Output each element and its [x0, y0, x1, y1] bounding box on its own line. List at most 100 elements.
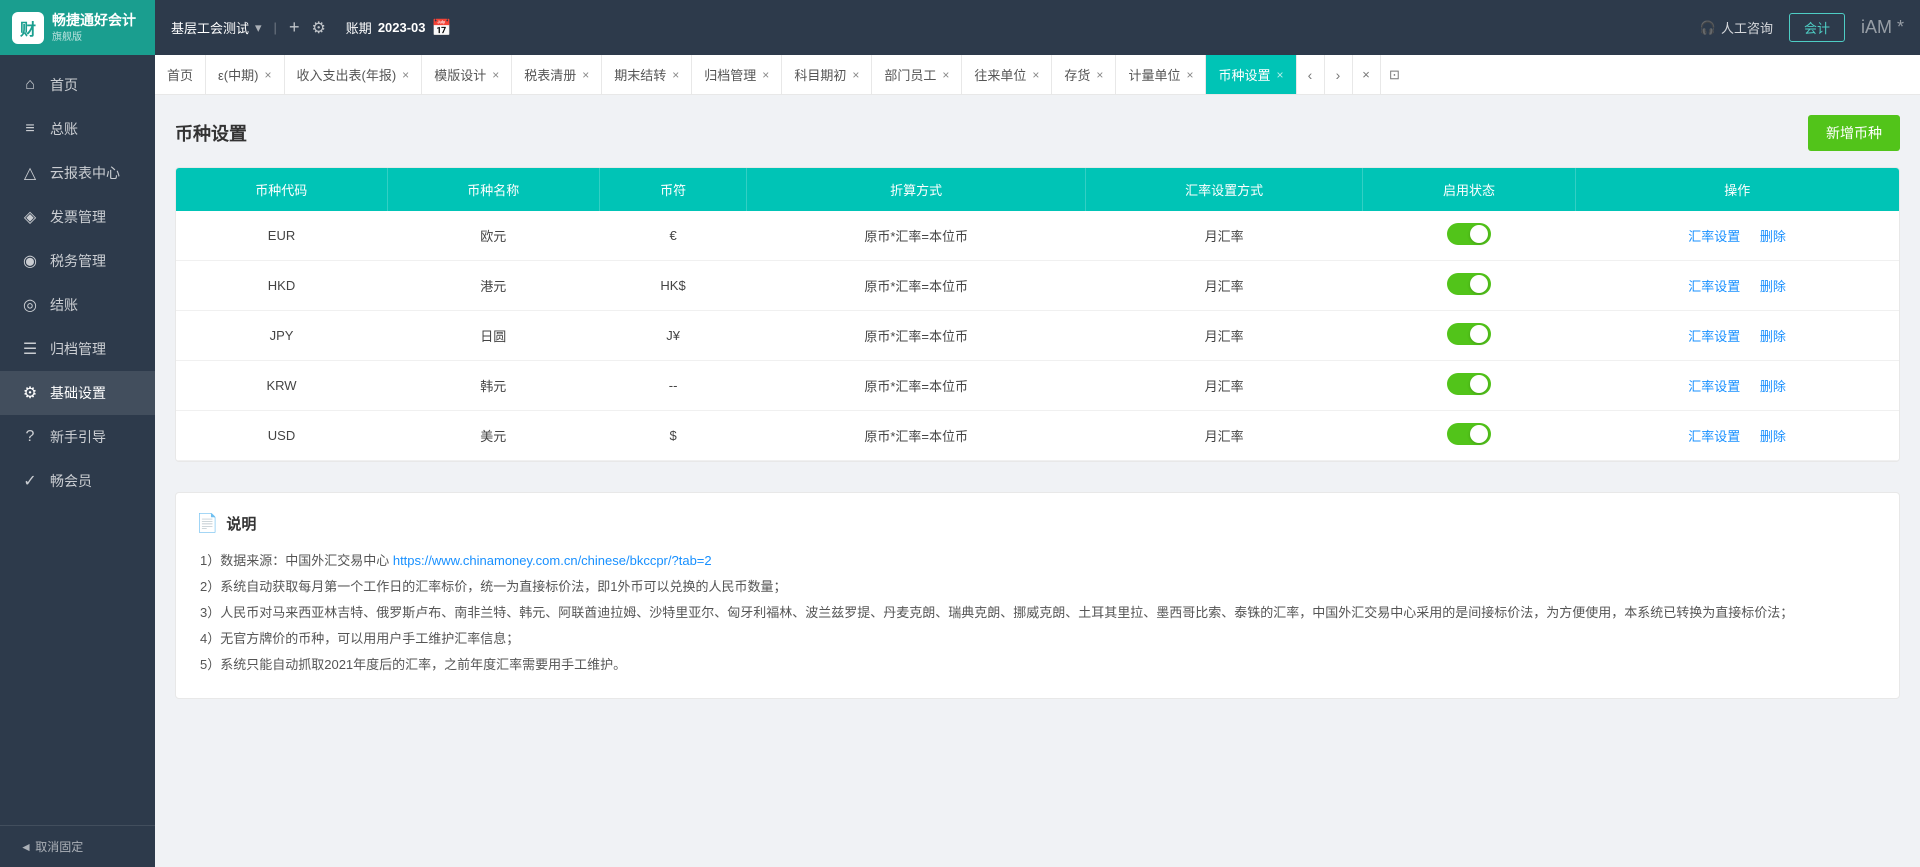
cell-actions: 汇率设置 删除	[1575, 211, 1899, 261]
tab-close-icon[interactable]: ×	[1032, 68, 1039, 82]
tab-tax[interactable]: 税表清册 ×	[512, 55, 602, 95]
table-row: JPY 日圆 J¥ 原币*汇率=本位币 月汇率 汇率设置 删除	[176, 311, 1899, 361]
toggle-switch[interactable]	[1447, 423, 1491, 445]
toggle-thumb	[1470, 425, 1488, 443]
tab-close-icon[interactable]: ×	[492, 68, 499, 82]
tab-income[interactable]: 收入支出表(年报) ×	[285, 55, 423, 95]
tab-label: 归档管理	[704, 65, 756, 84]
sidebar-item-ledger[interactable]: ≡ 总账	[0, 107, 155, 151]
sidebar-item-label: 发票管理	[50, 207, 106, 227]
sidebar-item-reports[interactable]: △ 云报表中心	[0, 151, 155, 195]
cell-calc: 原币*汇率=本位币	[747, 311, 1086, 361]
consult-btn[interactable]: 🎧 人工咨询	[1700, 18, 1773, 37]
desc-item-1: 1）数据来源：中国外汇交易中心 https://www.chinamoney.c…	[196, 548, 1879, 574]
tab-currency[interactable]: 币种设置 ×	[1206, 55, 1296, 95]
project-selector[interactable]: 基层工会测试 ▾	[171, 18, 262, 37]
toggle-switch[interactable]	[1447, 323, 1491, 345]
sidebar-item-label: 基础设置	[50, 383, 106, 403]
tab-close-icon[interactable]: ×	[402, 68, 409, 82]
tab-period-end[interactable]: 期末结转 ×	[602, 55, 692, 95]
col-rate-method: 汇率设置方式	[1086, 168, 1363, 211]
cell-actions: 汇率设置 删除	[1575, 261, 1899, 311]
tab-expand-btn[interactable]: ⊡	[1381, 55, 1409, 95]
logo-subtitle: 旗舰版	[52, 28, 136, 43]
rate-setting-btn[interactable]: 汇率设置	[1688, 429, 1740, 444]
delete-btn[interactable]: 删除	[1760, 329, 1786, 344]
tab-label: 部门员工	[884, 65, 936, 84]
delete-btn[interactable]: 删除	[1760, 229, 1786, 244]
tab-period[interactable]: ε(中期) ×	[206, 55, 284, 95]
tab-close-icon[interactable]: ×	[852, 68, 859, 82]
sidebar-item-invoice[interactable]: ◈ 发票管理	[0, 195, 155, 239]
tab-close-icon[interactable]: ×	[1276, 68, 1283, 82]
consult-label: 人工咨询	[1721, 18, 1773, 37]
toggle-track	[1447, 373, 1491, 395]
tab-measure[interactable]: 计量单位 ×	[1116, 55, 1206, 95]
toggle-switch[interactable]	[1447, 273, 1491, 295]
cell-code: KRW	[176, 361, 387, 411]
sidebar-footer[interactable]: ◄ 取消固定	[0, 825, 155, 867]
table-row: EUR 欧元 € 原币*汇率=本位币 月汇率 汇率设置 删除	[176, 211, 1899, 261]
toggle-switch[interactable]	[1447, 223, 1491, 245]
table-row: KRW 韩元 -- 原币*汇率=本位币 月汇率 汇率设置 删除	[176, 361, 1899, 411]
sidebar-item-label: 云报表中心	[50, 163, 120, 183]
ledger-icon: ≡	[20, 120, 40, 138]
tab-subject[interactable]: 科目期初 ×	[782, 55, 872, 95]
basic-icon: ⚙	[20, 383, 40, 403]
desc-link[interactable]: https://www.chinamoney.com.cn/chinese/bk…	[393, 553, 712, 568]
tab-close-icon[interactable]: ×	[1096, 68, 1103, 82]
delete-btn[interactable]: 删除	[1760, 379, 1786, 394]
tab-close-all-btn[interactable]: ×	[1353, 55, 1381, 95]
tab-dept[interactable]: 部门员工 ×	[872, 55, 962, 95]
logo-text: 畅捷通好会计 旗舰版	[52, 12, 136, 44]
cell-symbol: HK$	[599, 261, 746, 311]
tab-archive[interactable]: 归档管理 ×	[692, 55, 782, 95]
tab-template[interactable]: 模版设计 ×	[422, 55, 512, 95]
cell-actions: 汇率设置 删除	[1575, 411, 1899, 461]
tab-home[interactable]: 首页	[155, 55, 206, 95]
desc-title-row: 📄 说明	[196, 513, 1879, 534]
cell-name: 美元	[387, 411, 599, 461]
new-currency-btn[interactable]: 新增币种	[1808, 115, 1900, 151]
sidebar-item-member[interactable]: ✓ 畅会员	[0, 459, 155, 503]
tabbar: 首页 ε(中期) × 收入支出表(年报) × 模版设计 × 税表清册 × 期末结…	[155, 55, 1920, 95]
desc-title-text: 说明	[226, 513, 256, 534]
rate-setting-btn[interactable]: 汇率设置	[1688, 329, 1740, 344]
rate-setting-btn[interactable]: 汇率设置	[1688, 279, 1740, 294]
toggle-switch[interactable]	[1447, 373, 1491, 395]
tab-units[interactable]: 往来单位 ×	[962, 55, 1052, 95]
period-selector[interactable]: 账期 2023-03 📅	[346, 18, 452, 38]
project-settings-btn[interactable]: ⚙	[311, 18, 325, 38]
tab-close-icon[interactable]: ×	[672, 68, 679, 82]
add-project-btn[interactable]: +	[289, 17, 300, 38]
tab-close-icon[interactable]: ×	[942, 68, 949, 82]
tab-prev-btn[interactable]: ‹	[1297, 55, 1325, 95]
tab-next-btn[interactable]: ›	[1325, 55, 1353, 95]
sidebar-item-tax[interactable]: ◉ 税务管理	[0, 239, 155, 283]
sidebar-item-home[interactable]: ⌂ 首页	[0, 63, 155, 107]
delete-btn[interactable]: 删除	[1760, 429, 1786, 444]
delete-btn[interactable]: 删除	[1760, 279, 1786, 294]
sidebar-item-guide[interactable]: ? 新手引导	[0, 415, 155, 459]
cell-symbol: $	[599, 411, 746, 461]
cell-status	[1363, 361, 1575, 411]
rate-setting-btn[interactable]: 汇率设置	[1688, 229, 1740, 244]
tab-close-icon[interactable]: ×	[762, 68, 769, 82]
sidebar-item-basic[interactable]: ⚙ 基础设置	[0, 371, 155, 415]
consult-icon: 🎧	[1700, 20, 1716, 36]
tab-close-icon[interactable]: ×	[264, 68, 271, 82]
sidebar-item-label: 归档管理	[50, 339, 106, 359]
rate-setting-btn[interactable]: 汇率设置	[1688, 379, 1740, 394]
tax-icon: ◉	[20, 251, 40, 271]
sidebar-item-checkout[interactable]: ◎ 结账	[0, 283, 155, 327]
tab-close-icon[interactable]: ×	[582, 68, 589, 82]
user-avatar[interactable]: iAM *	[1861, 17, 1904, 38]
home-icon: ⌂	[20, 76, 40, 94]
currency-table-wrapper: 币种代码 币种名称 币符 折算方式 汇率设置方式 启用状态 操作 EUR 欧元 …	[175, 167, 1900, 462]
sidebar-item-archive[interactable]: ☰ 归档管理	[0, 327, 155, 371]
checkout-icon: ◎	[20, 295, 40, 315]
account-btn[interactable]: 会计	[1789, 13, 1845, 42]
tab-close-icon[interactable]: ×	[1186, 68, 1193, 82]
tab-inventory[interactable]: 存货 ×	[1052, 55, 1116, 95]
invoice-icon: ◈	[20, 207, 40, 227]
